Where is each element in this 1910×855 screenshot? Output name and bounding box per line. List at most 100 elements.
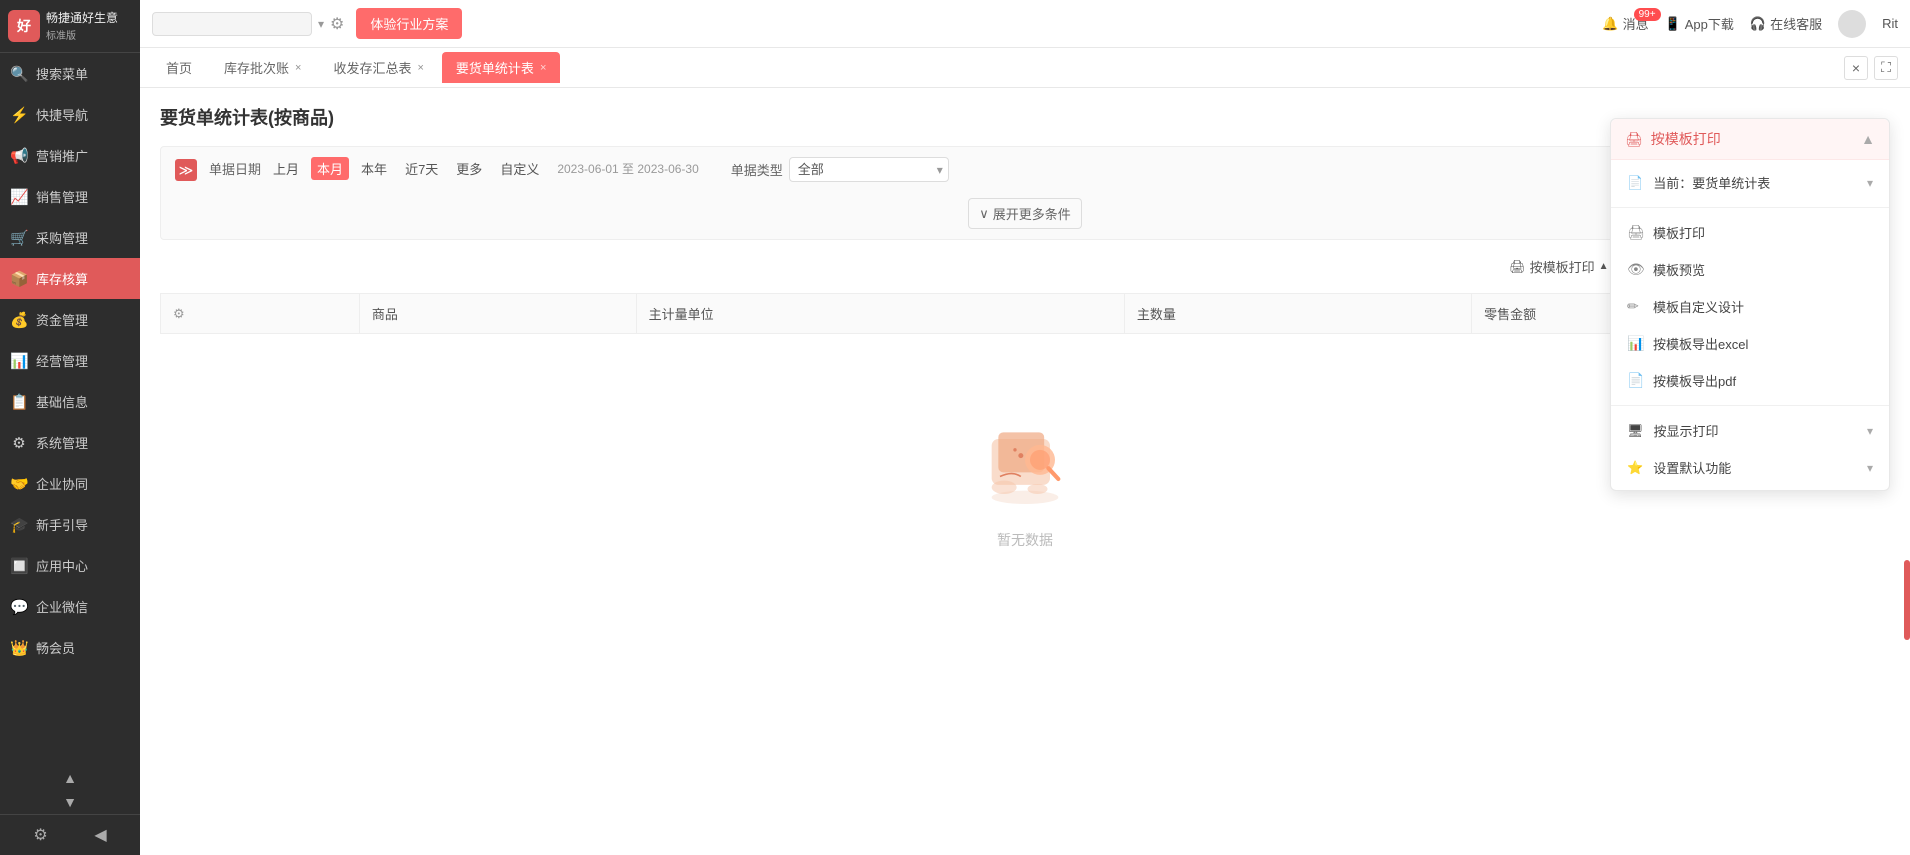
dropdown-chevron-up-icon: ▲ bbox=[1861, 131, 1875, 147]
col-quantity-header: 主数量 bbox=[1124, 294, 1471, 334]
main-content: ▾ ⚙ 体验行业方案 🔔 消息 99+ 📱 App下载 🎧 在线客服 Rit bbox=[140, 0, 1910, 855]
app-download-label: App下载 bbox=[1685, 14, 1734, 33]
messages-item[interactable]: 🔔 消息 99+ bbox=[1602, 14, 1648, 33]
dropdown-set-default[interactable]: ⭐ 设置默认功能 ▾ bbox=[1611, 449, 1889, 486]
print-button[interactable]: 🖨 按模板打印 ▲ bbox=[1501, 253, 1616, 280]
logo-icon: 好 bbox=[8, 10, 40, 42]
sidebar-scroll-up[interactable]: ▲ bbox=[0, 766, 140, 790]
dropdown-item-icon: 📄 bbox=[1627, 372, 1643, 389]
dropdown-item-模板打印[interactable]: 🖨模板打印 bbox=[1611, 214, 1889, 251]
sidebar-nav: 🔍搜索菜单⚡快捷导航📢营销推广 📈 销售管理 🛒 采购管理 📦库存核算💰资金管理📊经营管理… bbox=[0, 53, 140, 766]
print-chevron-icon: ▲ bbox=[1599, 261, 1609, 272]
search-chevron-icon[interactable]: ▾ bbox=[318, 17, 324, 31]
tab-close-button[interactable]: × bbox=[1844, 56, 1868, 80]
tab-controls: × ⛶ bbox=[1844, 56, 1898, 80]
date-btn-7days[interactable]: 近7天 bbox=[399, 157, 444, 180]
sidebar-item-经营管理[interactable]: 📊经营管理 bbox=[0, 340, 140, 381]
topbar: ▾ ⚙ 体验行业方案 🔔 消息 99+ 📱 App下载 🎧 在线客服 Rit bbox=[140, 0, 1910, 48]
sidebar-item-新手引导[interactable]: 🎓新手引导 bbox=[0, 504, 140, 545]
nav-label: 基础信息 bbox=[36, 392, 88, 411]
dropdown-display-print[interactable]: 🖥 按显示打印 ▾ bbox=[1611, 412, 1889, 449]
dropdown-default-chevron: ▾ bbox=[1867, 461, 1873, 475]
dropdown-header[interactable]: 🖨 按模板打印 ▲ bbox=[1611, 119, 1889, 160]
filter-expand-button[interactable]: ≫ bbox=[175, 159, 197, 181]
tab-order-stats[interactable]: 要货单统计表 × bbox=[442, 52, 560, 83]
col-product-header: 商品 bbox=[359, 294, 636, 334]
tab-expand-button[interactable]: ⛶ bbox=[1874, 56, 1898, 80]
dropdown-item-按模板导出pdf[interactable]: 📄按模板导出pdf bbox=[1611, 362, 1889, 399]
audio-icon[interactable]: ◀ bbox=[94, 825, 106, 845]
app-download-item[interactable]: 📱 App下载 bbox=[1665, 14, 1734, 33]
nav-icon: 🔲 bbox=[10, 557, 28, 575]
date-btn-more[interactable]: 更多 bbox=[450, 157, 488, 180]
tab-home-label: 首页 bbox=[166, 58, 192, 77]
trial-button[interactable]: 体验行业方案 bbox=[356, 8, 462, 39]
topbar-right: 🔔 消息 99+ 📱 App下载 🎧 在线客服 Rit bbox=[1602, 10, 1898, 38]
tab-home[interactable]: 首页 bbox=[152, 52, 206, 83]
dropdown-section-items: 🖨模板打印👁模板预览✏模板自定义设计📊按模板导出excel📄按模板导出pdf bbox=[1611, 210, 1889, 403]
sidebar-item-搜索菜单[interactable]: 🔍搜索菜单 bbox=[0, 53, 140, 94]
sidebar-item-系统管理[interactable]: ⚙系统管理 bbox=[0, 422, 140, 463]
date-btn-last-month[interactable]: 上月 bbox=[267, 157, 305, 180]
dropdown-display-chevron: ▾ bbox=[1867, 424, 1873, 438]
online-service-item[interactable]: 🎧 在线客服 bbox=[1750, 14, 1822, 33]
dropdown-display-label: 按显示打印 bbox=[1654, 421, 1719, 440]
sidebar-item-库存核算[interactable]: 📦库存核算 bbox=[0, 258, 140, 299]
tab-summary-close[interactable]: × bbox=[417, 62, 423, 74]
topbar-gear-icon[interactable]: ⚙ bbox=[330, 14, 344, 34]
tab-inventory-batch-close[interactable]: × bbox=[295, 62, 301, 74]
dropdown-item-按模板导出excel[interactable]: 📊按模板导出excel bbox=[1611, 325, 1889, 362]
sidebar-item-畅会员[interactable]: 👑畅会员 bbox=[0, 627, 140, 668]
table-settings-icon[interactable]: ⚙ bbox=[173, 306, 185, 321]
nav-icon: 💰 bbox=[10, 311, 28, 329]
search-input[interactable] bbox=[152, 12, 312, 36]
dropdown-item-模板预览[interactable]: 👁模板预览 bbox=[1611, 251, 1889, 288]
expand-more-button[interactable]: ∨ 展开更多条件 bbox=[968, 198, 1082, 229]
dropdown-set-default-left: ⭐ 设置默认功能 bbox=[1627, 458, 1731, 477]
dropdown-title: 按模板打印 bbox=[1651, 129, 1721, 149]
nav-label: 库存核算 bbox=[36, 269, 88, 288]
order-type-select[interactable]: 全部 要货单 bbox=[789, 157, 949, 182]
date-btn-this-month[interactable]: 本月 bbox=[311, 157, 349, 180]
dropdown-section-expandable: 🖥 按显示打印 ▾ ⭐ 设置默认功能 ▾ bbox=[1611, 408, 1889, 490]
user-avatar[interactable] bbox=[1838, 10, 1866, 38]
nav-icon: 🛒 bbox=[10, 229, 28, 247]
nav-label: 销售管理 bbox=[36, 187, 88, 206]
print-label: 按模板打印 bbox=[1530, 257, 1595, 276]
mobile-icon: 📱 bbox=[1665, 16, 1681, 32]
col-unit-header: 主计量单位 bbox=[636, 294, 1124, 334]
sidebar-item-快捷导航[interactable]: ⚡快捷导航 bbox=[0, 94, 140, 135]
tab-summary-label: 收发存汇总表 bbox=[333, 58, 411, 77]
col-settings-header: ⚙ bbox=[161, 294, 360, 334]
nav-icon: 🎓 bbox=[10, 516, 28, 534]
nav-icon: 📋 bbox=[10, 393, 28, 411]
tab-summary[interactable]: 收发存汇总表 × bbox=[319, 52, 437, 83]
dropdown-item-模板自定义设计[interactable]: ✏模板自定义设计 bbox=[1611, 288, 1889, 325]
date-filter-group: 单据日期 上月 本月 本年 近7天 更多 自定义 2023-06-01 至 20… bbox=[209, 157, 699, 180]
sidebar-scroll-down[interactable]: ▼ bbox=[0, 790, 140, 814]
sidebar-item-营销推广[interactable]: 📢营销推广 bbox=[0, 135, 140, 176]
nav-icon: ⚡ bbox=[10, 106, 28, 124]
tab-inventory-batch[interactable]: 库存批次账 × bbox=[210, 52, 315, 83]
app-logo: 好 畅捷通好生意 标准版 bbox=[0, 0, 140, 53]
dropdown-item-icon: ✏ bbox=[1627, 298, 1643, 315]
nav-label: 营销推广 bbox=[36, 146, 88, 165]
nav-label: 企业协同 bbox=[36, 474, 88, 493]
tab-order-stats-close[interactable]: × bbox=[540, 62, 546, 74]
sidebar-item-销售管理[interactable]: 📈 销售管理 bbox=[0, 176, 140, 217]
sidebar-item-应用中心[interactable]: 🔲应用中心 bbox=[0, 545, 140, 586]
nav-icon: 📈 bbox=[10, 188, 28, 206]
nav-label: 采购管理 bbox=[36, 228, 88, 247]
sidebar-item-资金管理[interactable]: 💰资金管理 bbox=[0, 299, 140, 340]
sidebar-item-采购管理[interactable]: 🛒 采购管理 bbox=[0, 217, 140, 258]
date-btn-custom[interactable]: 自定义 bbox=[494, 157, 545, 180]
nav-icon: 🔍 bbox=[10, 65, 28, 83]
dropdown-current-template[interactable]: 📄 当前：要货单统计表 ▾ bbox=[1611, 164, 1889, 201]
sidebar-item-基础信息[interactable]: 📋 基础信息 bbox=[0, 381, 140, 422]
sidebar-item-企业协同[interactable]: 🤝企业协同 bbox=[0, 463, 140, 504]
dropdown-current-label: 当前：要货单统计表 bbox=[1653, 173, 1770, 192]
sidebar-item-企业微信[interactable]: 💬企业微信 bbox=[0, 586, 140, 627]
expand-more-label: 展开更多条件 bbox=[993, 204, 1071, 223]
settings-icon[interactable]: ⚙ bbox=[33, 825, 47, 845]
date-btn-this-year[interactable]: 本年 bbox=[355, 157, 393, 180]
